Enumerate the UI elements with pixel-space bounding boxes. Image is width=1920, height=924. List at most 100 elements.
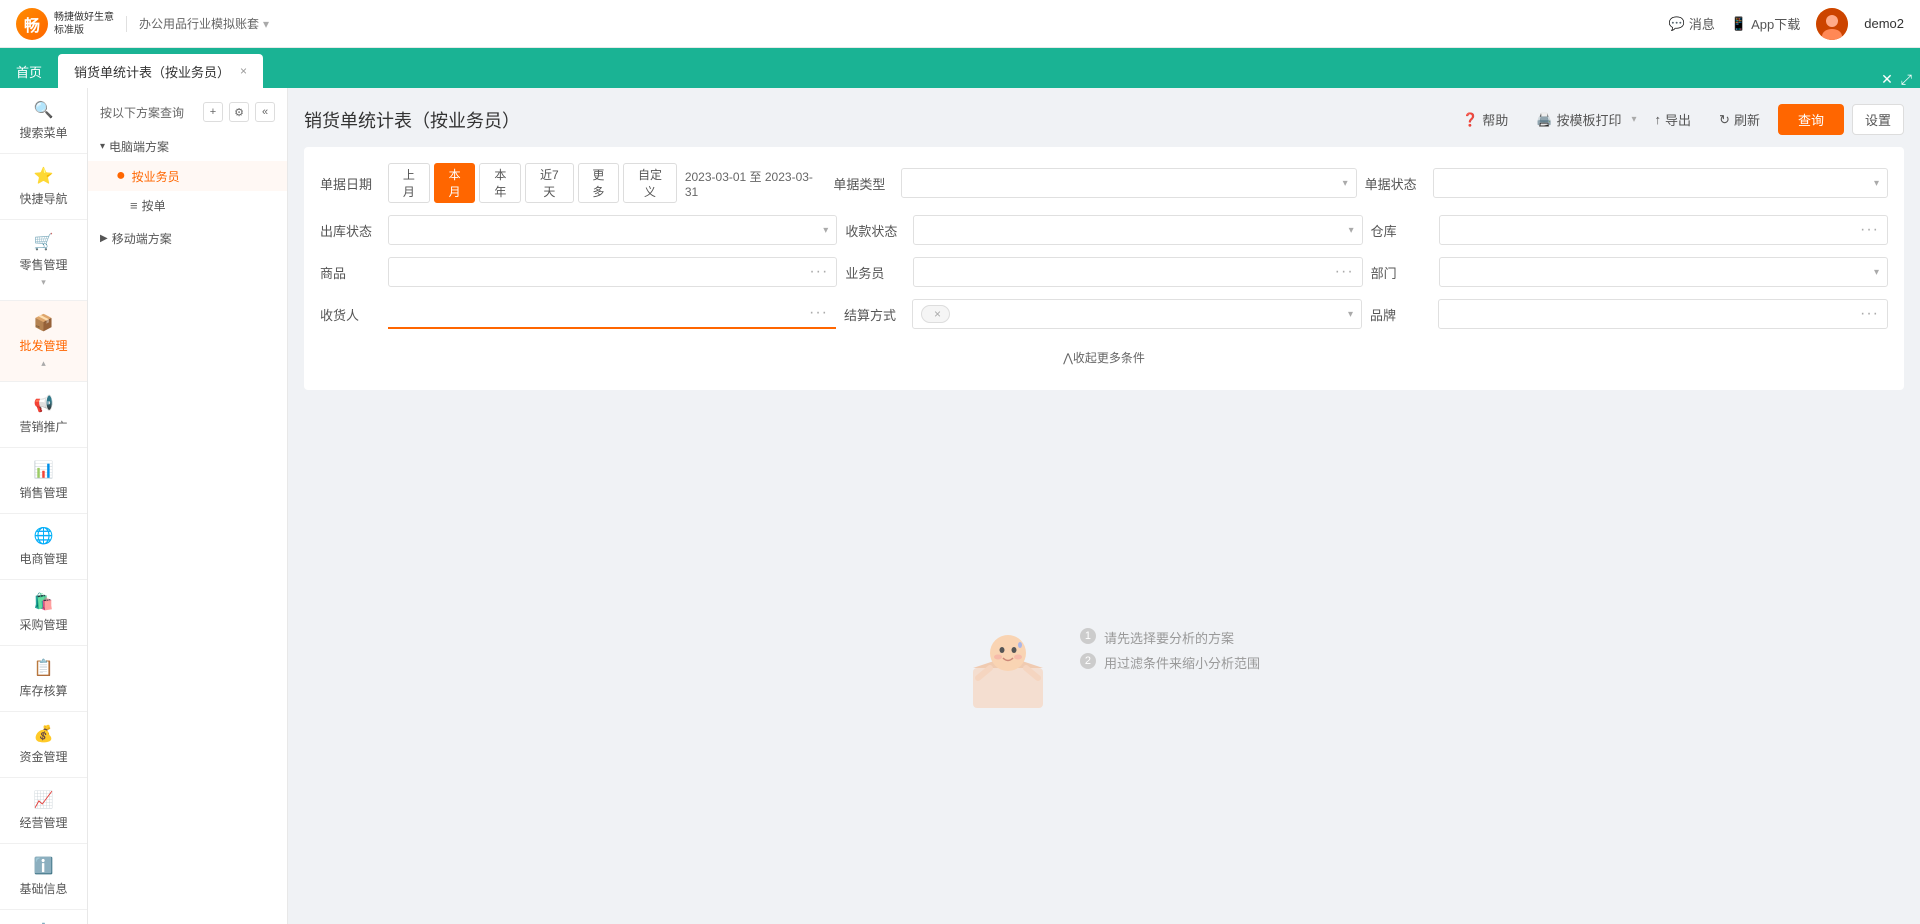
help-button[interactable]: ❓ 帮助 xyxy=(1452,106,1518,133)
section-desktop-header[interactable]: ▾ 电脑端方案 xyxy=(88,132,287,161)
section-mobile-arrow-icon: ▶ xyxy=(100,233,108,244)
dept-label: 部门 xyxy=(1371,263,1431,282)
receipt-status-select[interactable]: ▾ xyxy=(913,215,1362,245)
recipient-label: 收货人 xyxy=(320,305,380,324)
panel-header-actions: + ⚙ « xyxy=(203,102,275,122)
print-icon: 🖨️ xyxy=(1536,112,1552,128)
app-download-button[interactable]: 📱 App下载 xyxy=(1731,14,1800,33)
section-mobile-header[interactable]: ▶ 移动端方案 xyxy=(88,224,287,253)
filter-row-goods: 商品 ··· 业务员 ··· 部门 ▾ xyxy=(320,257,1888,287)
doc-status-select[interactable]: ▾ xyxy=(1433,168,1888,198)
download-icon: 📱 xyxy=(1731,16,1747,32)
sidebar-item-system[interactable]: ⚙️ 系统管理 xyxy=(0,910,87,924)
message-icon: 💬 xyxy=(1669,16,1685,32)
sidebar-item-basic-info[interactable]: ℹ️ 基础信息 xyxy=(0,844,87,910)
goods-select[interactable]: ··· xyxy=(388,257,837,287)
warehouse-dots-icon: ··· xyxy=(1860,221,1879,239)
salesman-label: 业务员 xyxy=(845,263,905,282)
empty-state: 1 请先选择要分析的方案 2 用过滤条件来缩小分析范围 xyxy=(304,398,1904,908)
panel-settings-button[interactable]: ⚙ xyxy=(229,102,249,122)
chevron-down-icon: ▾ xyxy=(41,277,46,288)
empty-state-content: 1 请先选择要分析的方案 2 用过滤条件来缩小分析范围 xyxy=(948,603,1260,703)
out-status-select[interactable]: ▾ xyxy=(388,215,837,245)
search-icon: 🔍 xyxy=(34,100,54,120)
dept-select[interactable]: ▾ xyxy=(1439,257,1888,287)
sidebar-item-retail[interactable]: 🛒 零售管理 ▾ xyxy=(0,220,87,301)
date-btn-7days[interactable]: 近7天 xyxy=(525,163,573,203)
filter-row-status: 出库状态 ▾ 收款状态 ▾ 仓库 ··· xyxy=(320,215,1888,245)
tab-close-button[interactable]: × xyxy=(240,64,247,78)
purchase-icon: 🛍️ xyxy=(34,592,54,612)
doc-type-select[interactable]: ▾ xyxy=(901,168,1356,198)
settings-button[interactable]: 设置 xyxy=(1852,104,1904,135)
export-button[interactable]: ↑ 导出 xyxy=(1645,106,1702,133)
collapse-filters-button[interactable]: ⋀ 收起更多条件 xyxy=(320,341,1888,374)
wholesale-icon: 📦 xyxy=(34,313,54,333)
panel-sub-item-by-order[interactable]: ≡ 按单 xyxy=(88,191,287,220)
panel-item-by-salesman[interactable]: ● 按业务员 xyxy=(88,161,287,191)
brand-dots-icon: ··· xyxy=(1860,305,1879,323)
out-status-label: 出库状态 xyxy=(320,221,380,240)
logo-icon: 畅 xyxy=(16,8,48,40)
panel-section-desktop: ▾ 电脑端方案 ● 按业务员 ≡ 按单 xyxy=(88,132,287,220)
sidebar-item-search[interactable]: 🔍 搜索菜单 xyxy=(0,88,87,154)
date-btn-this-year[interactable]: 本年 xyxy=(479,163,521,203)
sidebar-item-ecommerce[interactable]: 🌐 电商管理 xyxy=(0,514,87,580)
finance-icon: 💰 xyxy=(34,724,54,744)
print-dropdown-arrow[interactable]: ▾ xyxy=(1632,114,1637,125)
warehouse-label: 仓库 xyxy=(1371,221,1431,240)
tab-active[interactable]: 销货单统计表（按业务员） × xyxy=(58,54,263,88)
payment-tag-remove[interactable]: × xyxy=(934,307,941,321)
sidebar-item-marketing[interactable]: 📢 营销推广 xyxy=(0,382,87,448)
panel-collapse-button[interactable]: « xyxy=(255,102,275,122)
export-icon: ↑ xyxy=(1655,112,1662,127)
date-btn-this-month[interactable]: 本月 xyxy=(434,163,476,203)
panel-add-button[interactable]: + xyxy=(203,102,223,122)
sidebar: 🔍 搜索菜单 ⭐ 快捷导航 🛒 零售管理 ▾ 📦 批发管理 ▴ 📢 营销推广 📊… xyxy=(0,88,88,924)
gear-icon: ⚙ xyxy=(234,106,244,119)
date-btn-last-month[interactable]: 上月 xyxy=(388,163,430,203)
sidebar-item-purchase[interactable]: 🛍️ 采购管理 xyxy=(0,580,87,646)
sales-icon: 📊 xyxy=(34,460,54,480)
panel-section-mobile: ▶ 移动端方案 xyxy=(88,224,287,253)
main-layout: 🔍 搜索菜单 ⭐ 快捷导航 🛒 零售管理 ▾ 📦 批发管理 ▴ 📢 营销推广 📊… xyxy=(0,88,1920,924)
empty-tip-1: 1 请先选择要分析的方案 xyxy=(1080,628,1260,647)
sidebar-item-quicknav[interactable]: ⭐ 快捷导航 xyxy=(0,154,87,220)
left-panel: 按以下方案查询 + ⚙ « ▾ 电脑端方案 xyxy=(88,88,288,924)
page-header: 销货单统计表（按业务员） ❓ 帮助 🖨️ 按模板打印 ▾ ↑ xyxy=(304,104,1904,135)
payment-select[interactable]: × ▾ xyxy=(912,299,1362,329)
main-content: 销货单统计表（按业务员） ❓ 帮助 🖨️ 按模板打印 ▾ ↑ xyxy=(288,88,1920,924)
plus-icon: + xyxy=(210,106,216,118)
salesman-select[interactable]: ··· xyxy=(913,257,1362,287)
print-template-group: 🖨️ 按模板打印 ▾ xyxy=(1526,106,1636,133)
avatar xyxy=(1816,8,1848,40)
salesman-dots-icon: ··· xyxy=(1335,263,1354,281)
print-template-button[interactable]: 🖨️ 按模板打印 xyxy=(1526,106,1631,133)
date-btn-more[interactable]: 更多 xyxy=(578,163,620,203)
refresh-button[interactable]: ↻ 刷新 xyxy=(1709,106,1770,133)
marketing-icon: 📢 xyxy=(34,394,54,414)
close-window-button[interactable]: ✕ ⤢ xyxy=(1881,71,1912,88)
brand-select[interactable]: ··· xyxy=(1438,299,1888,329)
search-button[interactable]: 查询 xyxy=(1778,104,1844,135)
panel-header: 按以下方案查询 + ⚙ « xyxy=(88,96,287,128)
sidebar-item-finance[interactable]: 💰 资金管理 xyxy=(0,712,87,778)
help-icon: ❓ xyxy=(1462,112,1478,128)
recipient-input[interactable]: ··· xyxy=(388,299,836,329)
sidebar-item-inventory[interactable]: 📋 库存核算 xyxy=(0,646,87,712)
page-title: 销货单统计表（按业务员） xyxy=(304,107,520,133)
sidebar-item-operations[interactable]: 📈 经营管理 xyxy=(0,778,87,844)
date-btn-custom[interactable]: 自定义 xyxy=(623,163,677,203)
date-control: 上月 本月 本年 近7天 更多 自定义 2023-03-01 至 2023-03… xyxy=(388,163,825,203)
maximize-icon: ⤢ xyxy=(1901,71,1912,88)
sidebar-item-sales[interactable]: 📊 销售管理 xyxy=(0,448,87,514)
quicknav-icon: ⭐ xyxy=(34,166,54,186)
filter-card: 单据日期 上月 本月 本年 近7天 更多 自定义 2023-03-01 至 20… xyxy=(304,147,1904,390)
tab-home[interactable]: 首页 xyxy=(0,54,58,88)
message-button[interactable]: 💬 消息 xyxy=(1669,14,1715,33)
filter-row-date: 单据日期 上月 本月 本年 近7天 更多 自定义 2023-03-01 至 20… xyxy=(320,163,1888,203)
sidebar-item-wholesale[interactable]: 📦 批发管理 ▴ xyxy=(0,301,87,382)
refresh-icon: ↻ xyxy=(1719,112,1730,128)
warehouse-select[interactable]: ··· xyxy=(1439,215,1888,245)
doc-type-label: 单据类型 xyxy=(833,174,893,193)
